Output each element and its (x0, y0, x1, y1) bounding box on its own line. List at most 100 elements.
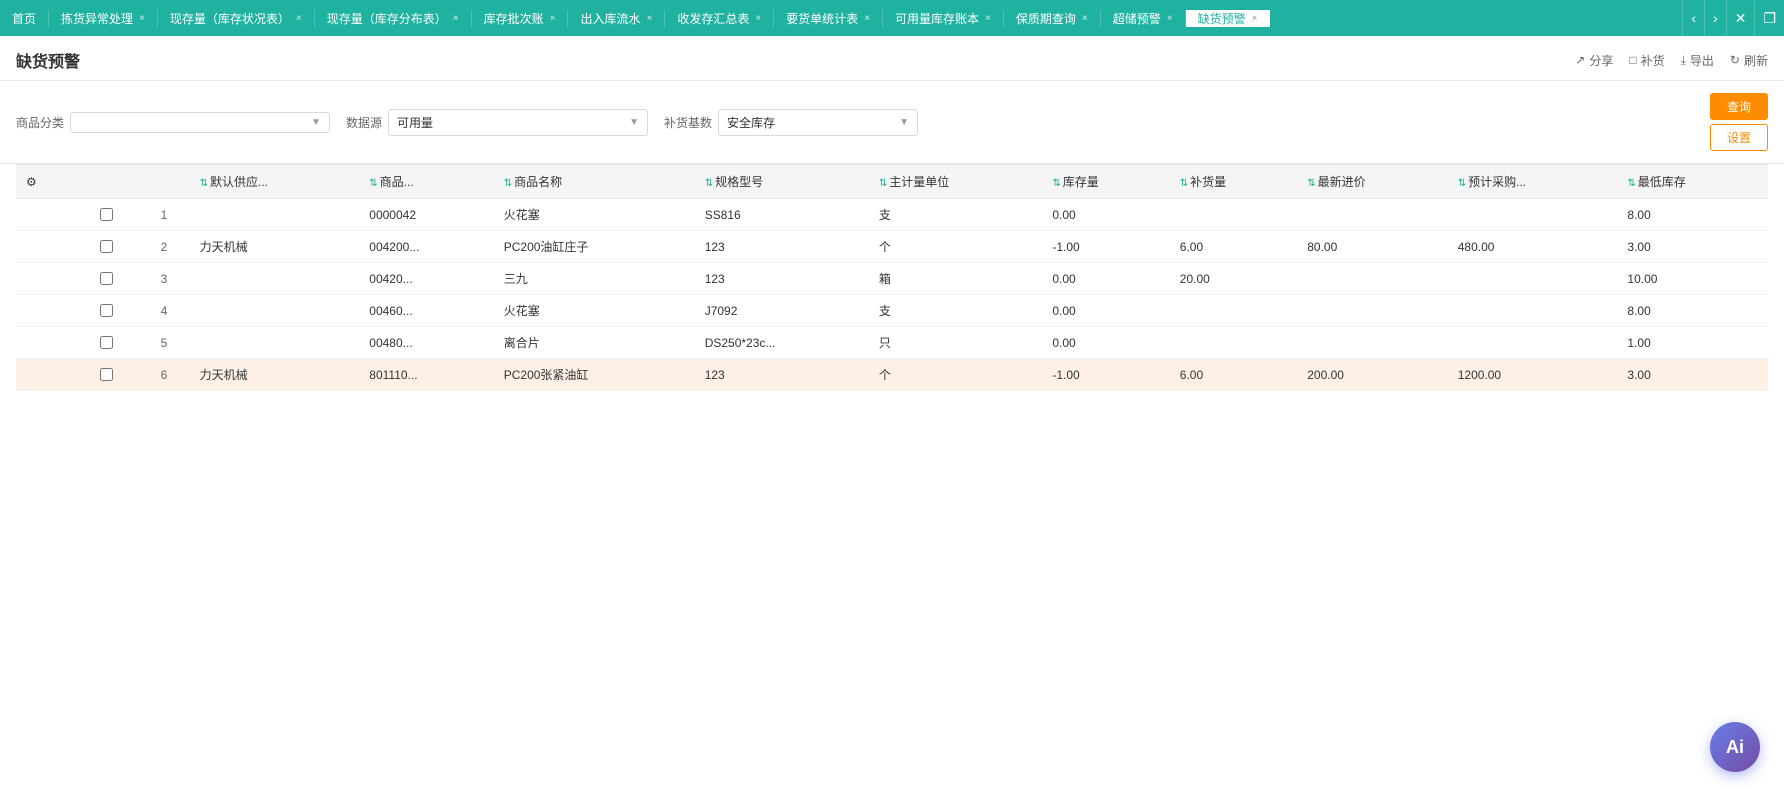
datasource-select[interactable]: 可用量 ▼ (388, 109, 648, 136)
tab-shortage-warning[interactable]: 缺货预警× (1186, 10, 1271, 27)
row-checkbox-0[interactable] (100, 208, 113, 221)
default_supplier-1: 力天机械 (190, 231, 360, 263)
row-checkbox-3[interactable] (100, 304, 113, 317)
tab-overstock-warning[interactable]: 超储预警× (1101, 10, 1186, 27)
sort-icon-product_name: ⇅ (504, 178, 512, 189)
tab-label-expiry-query: 保质期查询 (1016, 10, 1076, 27)
default_supplier-3 (190, 295, 360, 327)
tab-batch-account[interactable]: 库存批次账× (472, 10, 569, 27)
checkbox-cell-2 (75, 263, 138, 295)
sort-icon-unit: ⇅ (879, 178, 887, 189)
query-button[interactable]: 查询 (1710, 93, 1768, 120)
latest_price-1: 80.00 (1297, 231, 1447, 263)
tab-close-available-ledger[interactable]: × (985, 13, 991, 24)
col-header-min_stock[interactable]: ⇅最低库存 (1617, 165, 1768, 199)
stock_qty-4: 0.00 (1042, 327, 1169, 359)
tab-bar: 首页拣货异常处理×现存量（库存状况表）×现存量（库存分布表）×库存批次账×出入库… (0, 0, 1784, 36)
est_purchase-2 (1448, 263, 1618, 295)
tab-available-ledger[interactable]: 可用量库存账本× (883, 10, 1004, 27)
row-number-1: 2 (138, 231, 189, 263)
col-header-spec[interactable]: ⇅规格型号 (695, 165, 869, 199)
col-header-unit[interactable]: ⇅主计量单位 (869, 165, 1043, 199)
col-header-replenish_qty[interactable]: ⇅补货量 (1170, 165, 1297, 199)
replenish_qty-1: 6.00 (1170, 231, 1297, 263)
tab-nav-buttons: ‹ › ✕ ❐ (1682, 0, 1784, 36)
tab-close-shortage-warning[interactable]: × (1252, 13, 1258, 24)
replenish-basis-value: 安全库存 (727, 114, 775, 131)
col-header-rownum (138, 165, 189, 199)
datasource-value: 可用量 (397, 114, 433, 131)
tab-inventory-dist[interactable]: 现存量（库存分布表）× (315, 10, 472, 27)
tab-label-home: 首页 (12, 10, 36, 27)
unit-0: 支 (869, 199, 1043, 231)
row-checkbox-4[interactable] (100, 336, 113, 349)
table-row: 2力天机械004200...PC200油缸庄子123个-1.006.0080.0… (16, 231, 1768, 263)
tab-close-inventory-dist[interactable]: × (453, 13, 459, 24)
sort-icon-latest_price: ⇅ (1307, 178, 1315, 189)
tab-inout-flow[interactable]: 出入库流水× (568, 10, 665, 27)
spec-5: 123 (695, 359, 869, 391)
product_code-3: 00460... (359, 295, 493, 327)
col-header-est_purchase[interactable]: ⇅预计采购... (1448, 165, 1618, 199)
tab-receipt-summary[interactable]: 收发存汇总表× (665, 10, 774, 27)
refresh-action[interactable]: ↻ 刷新 (1730, 52, 1768, 69)
row-checkbox-5[interactable] (100, 368, 113, 381)
tab-maximize-btn[interactable]: ❐ (1754, 0, 1784, 36)
checkbox-cell-1 (75, 231, 138, 263)
tab-home[interactable]: 首页 (0, 10, 49, 27)
tab-defect-processing[interactable]: 拣货异常处理× (49, 10, 158, 27)
col-header-product_code[interactable]: ⇅商品... (359, 165, 493, 199)
product_code-1: 004200... (359, 231, 493, 263)
replenish-basis-select[interactable]: 安全库存 ▼ (718, 109, 918, 136)
col-header-stock_qty[interactable]: ⇅库存量 (1042, 165, 1169, 199)
tab-close-expiry-query[interactable]: × (1082, 13, 1088, 24)
datasource-label: 数据源 (346, 114, 382, 131)
share-icon: ↗ (1575, 53, 1585, 67)
replenish-basis-label: 补货基数 (664, 114, 712, 131)
replenish-action[interactable]: □ 补货 (1629, 52, 1664, 69)
tab-close-inout-flow[interactable]: × (646, 13, 652, 24)
unit-1: 个 (869, 231, 1043, 263)
spec-3: J7092 (695, 295, 869, 327)
tab-inventory-status[interactable]: 现存量（库存状况表）× (158, 10, 315, 27)
tab-close-demand-stats[interactable]: × (864, 13, 870, 24)
category-select[interactable]: ▼ (70, 112, 330, 133)
tab-close-defect-processing[interactable]: × (139, 13, 145, 24)
product_name-5: PC200张紧油缸 (494, 359, 695, 391)
sort-icon-default_supplier: ⇅ (200, 178, 208, 189)
ai-assistant-button[interactable]: Ai (1710, 722, 1760, 772)
spec-1: 123 (695, 231, 869, 263)
export-action[interactable]: ⤓ 导出 (1681, 52, 1714, 69)
tab-prev-btn[interactable]: ‹ (1682, 0, 1704, 36)
table-row: 400460...火花塞J7092支0.008.00 (16, 295, 1768, 327)
tab-expiry-query[interactable]: 保质期查询 × (1004, 10, 1101, 27)
spec-2: 123 (695, 263, 869, 295)
latest_price-5: 200.00 (1297, 359, 1447, 391)
row-number-5: 6 (138, 359, 189, 391)
settings-button[interactable]: 设置 (1710, 124, 1768, 151)
col-header-product_name[interactable]: ⇅商品名称 (494, 165, 695, 199)
col-header-latest_price[interactable]: ⇅最新进价 (1297, 165, 1447, 199)
product_name-0: 火花塞 (494, 199, 695, 231)
min_stock-3: 8.00 (1617, 295, 1768, 327)
tab-close-inventory-status[interactable]: × (296, 13, 302, 24)
tab-next-btn[interactable]: › (1704, 0, 1726, 36)
share-action[interactable]: ↗ 分享 (1575, 52, 1613, 69)
tab-demand-stats[interactable]: 要货单统计表× (774, 10, 883, 27)
replenish_qty-4 (1170, 327, 1297, 359)
col-header-default_supplier[interactable]: ⇅默认供应... (190, 165, 360, 199)
est_purchase-4 (1448, 327, 1618, 359)
filter-action-buttons: 查询 设置 (1710, 93, 1768, 151)
tab-close-batch-account[interactable]: × (550, 13, 556, 24)
refresh-icon: ↻ (1730, 53, 1740, 67)
stock_qty-2: 0.00 (1042, 263, 1169, 295)
tab-restore-btn[interactable]: ✕ (1726, 0, 1755, 36)
tab-close-receipt-summary[interactable]: × (755, 13, 761, 24)
row-checkbox-1[interactable] (100, 240, 113, 253)
tab-close-overstock-warning[interactable]: × (1167, 13, 1173, 24)
row-checkbox-2[interactable] (100, 272, 113, 285)
min_stock-5: 3.00 (1617, 359, 1768, 391)
spec-4: DS250*23c... (695, 327, 869, 359)
gear-cell-3 (16, 295, 75, 327)
replenish_qty-3 (1170, 295, 1297, 327)
